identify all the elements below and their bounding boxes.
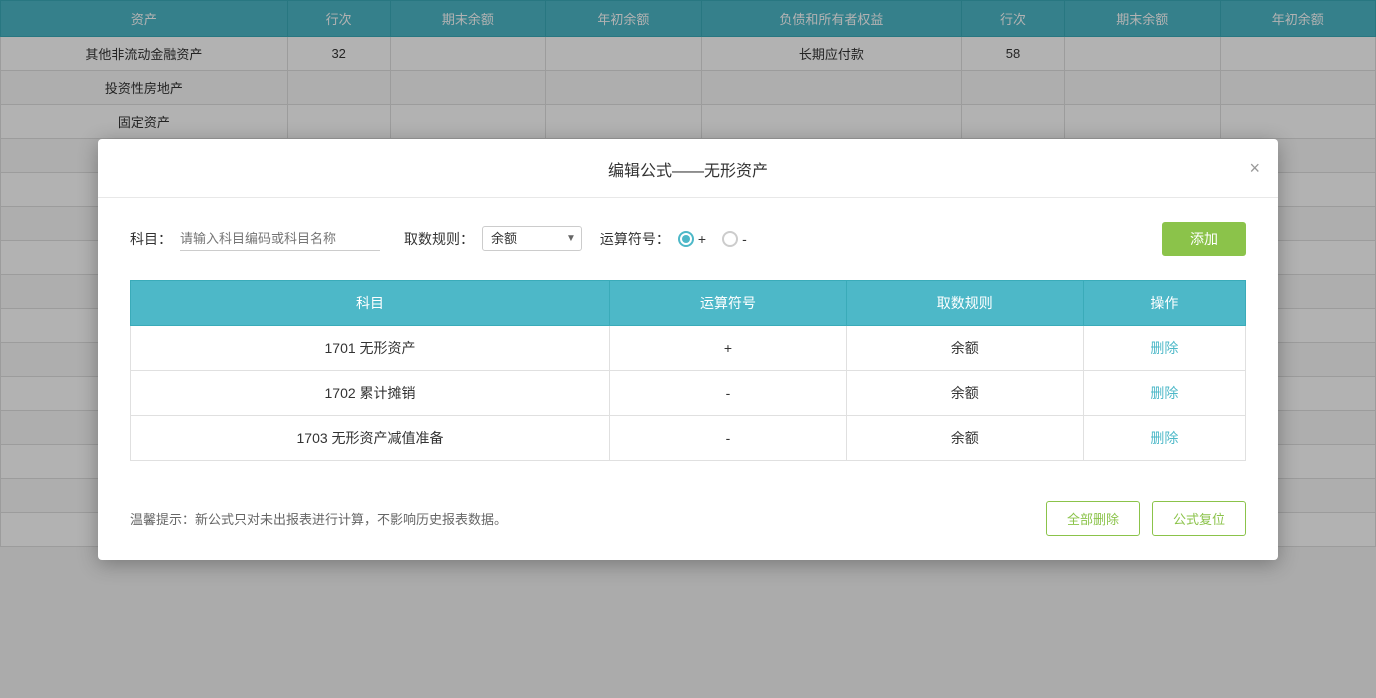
radio-minus-item[interactable]: - [722, 231, 747, 247]
formula-subject: 1702 累计摊销 [131, 370, 610, 415]
formula-operator: - [610, 370, 847, 415]
formula-rule: 余额 [846, 415, 1083, 460]
formula-table: 科目 运算符号 取数规则 操作 1701 无形资产 + 余额 删除 1702 累… [130, 280, 1246, 461]
modal-body: 科目： 取数规则： 余额 借方发生额 贷方发生额 ▼ [98, 198, 1278, 485]
formula-row: 1701 无形资产 + 余额 删除 [131, 325, 1246, 370]
reset-formula-button[interactable]: 公式复位 [1152, 501, 1246, 536]
subject-group: 科目： [130, 227, 380, 251]
operator-label: 运算符号： [600, 229, 670, 249]
add-button[interactable]: 添加 [1162, 222, 1246, 256]
footer-tip: 温馨提示：新公式只对未出报表进行计算，不影响历史报表数据。 [130, 509, 507, 528]
formula-subject: 1703 无形资产减值准备 [131, 415, 610, 460]
modal-dialog: 编辑公式——无形资产 × 科目： 取数规则： 余额 借方发生额 [98, 139, 1278, 560]
radio-plus-item[interactable]: + [678, 231, 706, 247]
rule-group: 取数规则： 余额 借方发生额 贷方发生额 ▼ [404, 226, 576, 251]
modal-header: 编辑公式——无形资产 × [98, 139, 1278, 198]
subject-label: 科目： [130, 229, 172, 249]
delete-link[interactable]: 删除 [1150, 385, 1178, 401]
modal-footer: 温馨提示：新公式只对未出报表进行计算，不影响历史报表数据。 全部删除 公式复位 [98, 485, 1278, 560]
formula-row: 1703 无形资产减值准备 - 余额 删除 [131, 415, 1246, 460]
formula-rule: 余额 [846, 325, 1083, 370]
radio-minus-circle [722, 231, 738, 247]
formula-operator: + [610, 325, 847, 370]
formula-action: 删除 [1083, 325, 1245, 370]
delete-all-button[interactable]: 全部删除 [1046, 501, 1140, 536]
operator-group: 运算符号： + - [600, 229, 747, 249]
col-subject-header: 科目 [131, 280, 610, 325]
rule-select[interactable]: 余额 借方发生额 贷方发生额 [482, 226, 582, 251]
footer-buttons: 全部删除 公式复位 [1046, 501, 1246, 536]
radio-plus-circle [678, 231, 694, 247]
formula-subject: 1701 无形资产 [131, 325, 610, 370]
radio-plus-label: + [698, 231, 706, 247]
radio-group: + - [678, 231, 747, 247]
formula-rule: 余额 [846, 370, 1083, 415]
rule-select-wrap: 余额 借方发生额 贷方发生额 ▼ [482, 226, 576, 251]
delete-link[interactable]: 删除 [1150, 430, 1178, 446]
subject-input[interactable] [180, 227, 380, 251]
col-rule-header: 取数规则 [846, 280, 1083, 325]
col-action-header: 操作 [1083, 280, 1245, 325]
col-operator-header: 运算符号 [610, 280, 847, 325]
rule-label: 取数规则： [404, 229, 474, 249]
formula-operator: - [610, 415, 847, 460]
modal-close-button[interactable]: × [1249, 159, 1260, 177]
modal-overlay: 编辑公式——无形资产 × 科目： 取数规则： 余额 借方发生额 [0, 0, 1376, 698]
modal-title: 编辑公式——无形资产 [608, 157, 768, 181]
formula-row: 1702 累计摊销 - 余额 删除 [131, 370, 1246, 415]
form-row: 科目： 取数规则： 余额 借方发生额 贷方发生额 ▼ [130, 222, 1246, 256]
formula-action: 删除 [1083, 415, 1245, 460]
radio-minus-label: - [742, 231, 747, 247]
formula-action: 删除 [1083, 370, 1245, 415]
delete-link[interactable]: 删除 [1150, 340, 1178, 356]
